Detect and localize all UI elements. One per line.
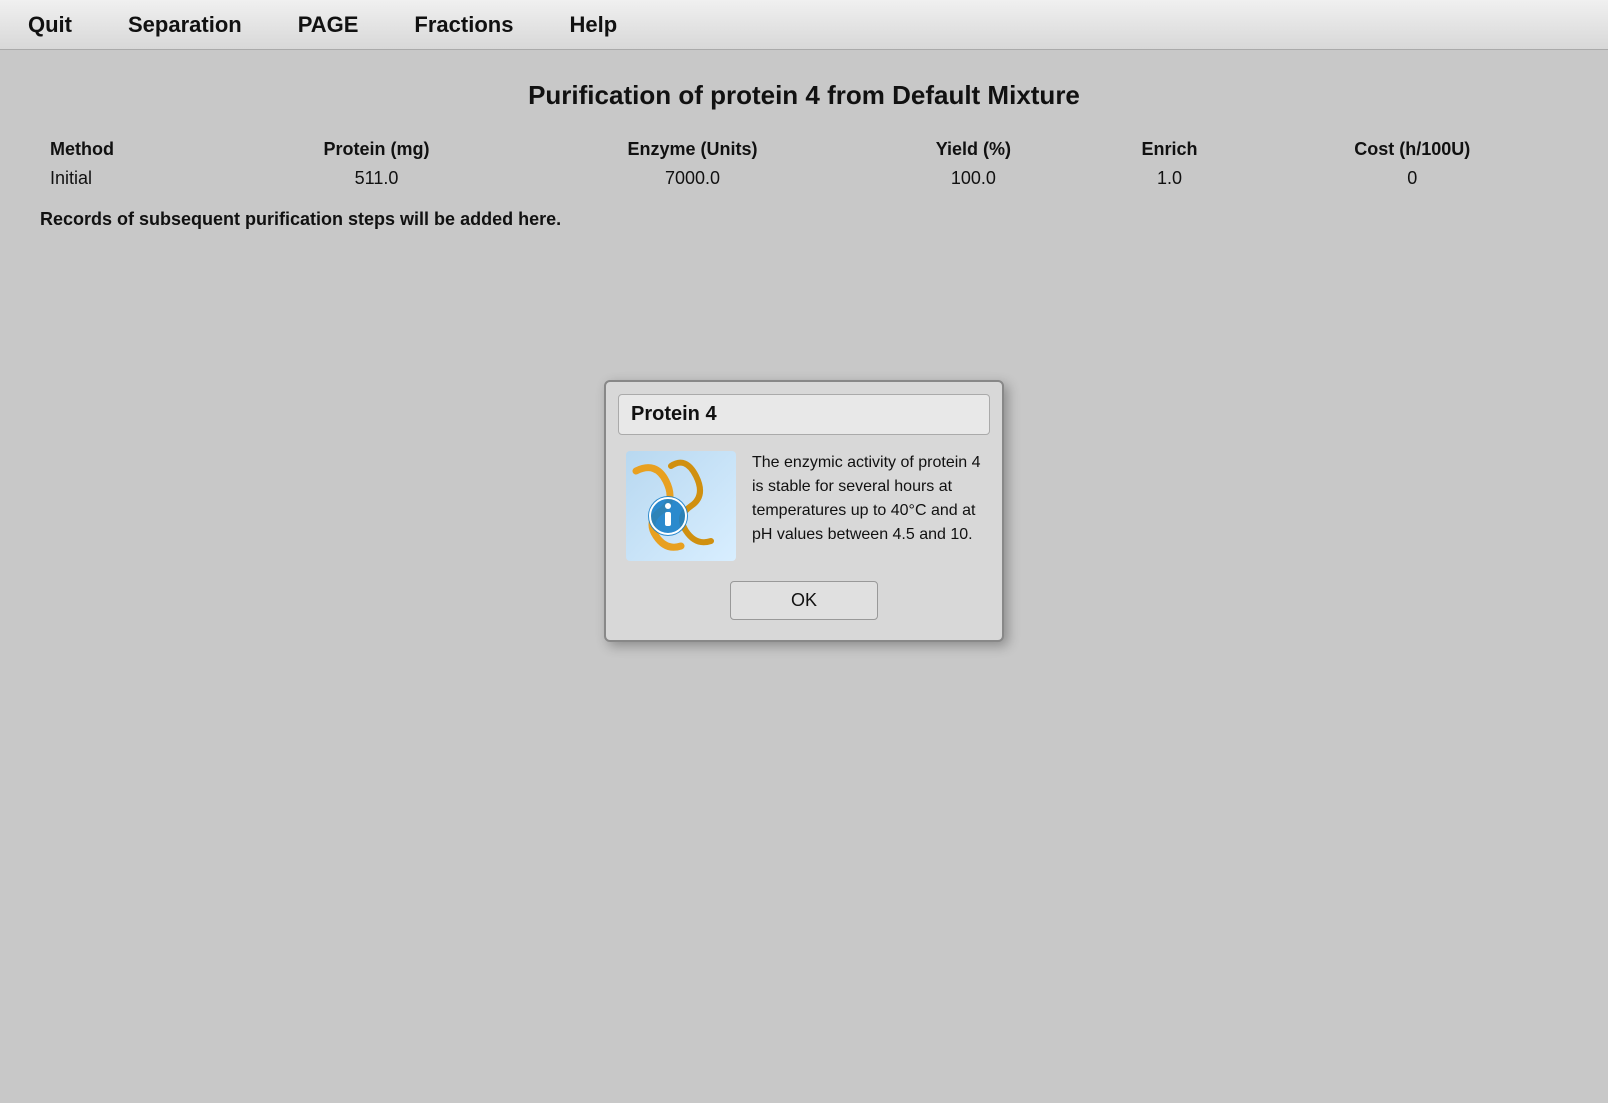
ok-button[interactable]: OK — [730, 581, 878, 620]
table-cell: 1.0 — [1083, 164, 1257, 193]
table-cell: 7000.0 — [521, 164, 864, 193]
dialog-title: Protein 4 — [618, 394, 990, 435]
page-title: Purification of protein 4 from Default M… — [40, 80, 1568, 111]
table-cell: 511.0 — [232, 164, 520, 193]
records-note: Records of subsequent purification steps… — [40, 209, 1568, 230]
col-header-enzyme: Enzyme (Units) — [521, 135, 864, 164]
menubar: Quit Separation PAGE Fractions Help — [0, 0, 1608, 50]
menu-help[interactable]: Help — [561, 8, 625, 42]
table-cell: Initial — [40, 164, 232, 193]
main-content: Purification of protein 4 from Default M… — [0, 50, 1608, 260]
table-cell: 100.0 — [864, 164, 1082, 193]
dialog-ok-area: OK — [618, 581, 990, 620]
col-header-method: Method — [40, 135, 232, 164]
dialog-container: Protein 4 — [604, 380, 1004, 642]
menu-separation[interactable]: Separation — [120, 8, 250, 42]
menu-page[interactable]: PAGE — [290, 8, 367, 42]
dialog-icon-area — [626, 451, 736, 561]
menu-quit[interactable]: Quit — [20, 8, 80, 42]
dialog-body: The enzymic activity of protein 4 is sta… — [618, 451, 990, 561]
table-cell: 0 — [1257, 164, 1568, 193]
protein-info-icon — [626, 451, 736, 561]
dialog-description: The enzymic activity of protein 4 is sta… — [752, 451, 982, 561]
menu-fractions[interactable]: Fractions — [406, 8, 521, 42]
col-header-cost: Cost (h/100U) — [1257, 135, 1568, 164]
col-header-enrich: Enrich — [1083, 135, 1257, 164]
col-header-yield: Yield (%) — [864, 135, 1082, 164]
purification-table: Method Protein (mg) Enzyme (Units) Yield… — [40, 135, 1568, 193]
table-row: Initial511.07000.0100.01.00 — [40, 164, 1568, 193]
dialog-box: Protein 4 — [604, 380, 1004, 642]
col-header-protein: Protein (mg) — [232, 135, 520, 164]
